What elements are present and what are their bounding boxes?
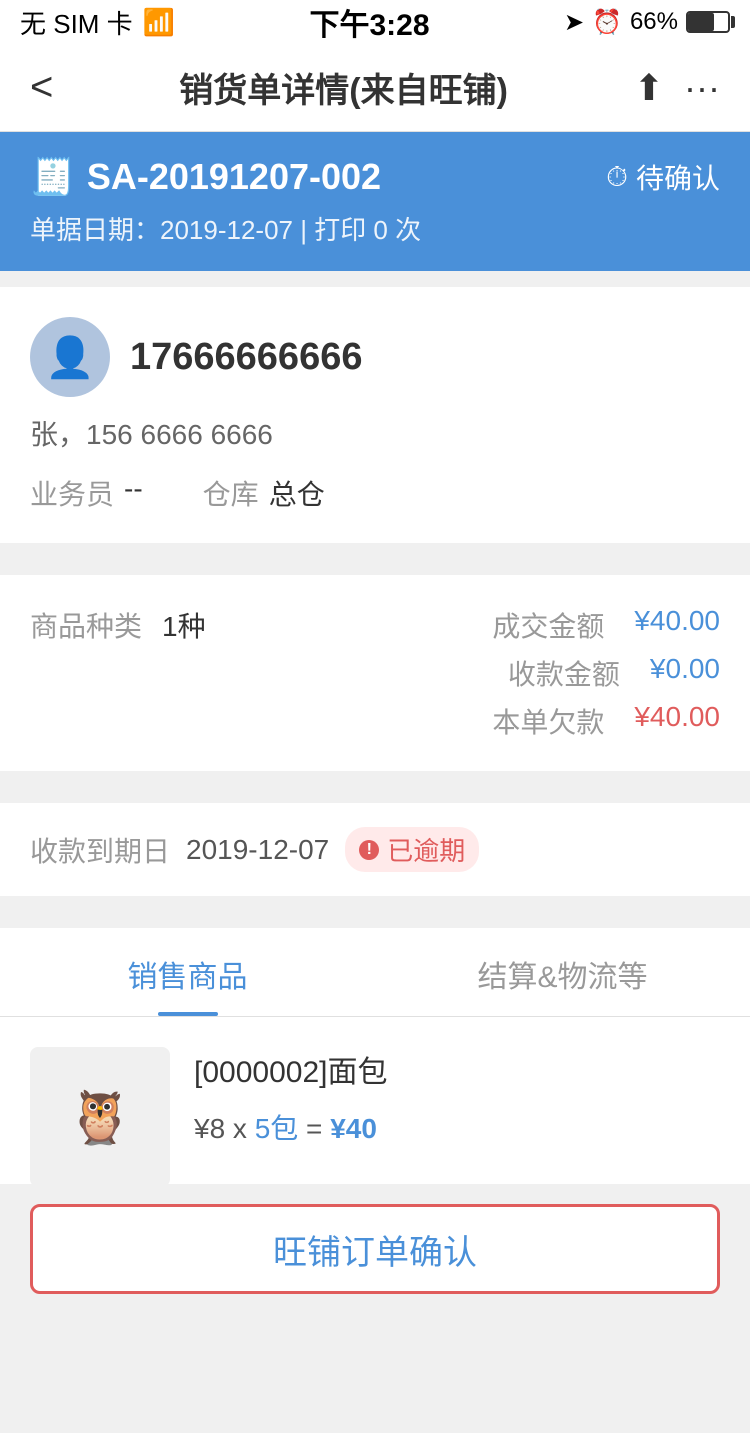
clock-icon: ⏱ xyxy=(606,161,628,194)
avatar: 👤 xyxy=(30,317,110,397)
customer-section: 👤 17666666666 张，156 6666 6666 业务员 -- 仓库 … xyxy=(0,287,750,543)
tabs-header: 销售商品 结算&物流等 xyxy=(0,928,750,1017)
more-icon[interactable]: ··· xyxy=(684,67,720,109)
warning-icon: ! xyxy=(359,840,379,860)
back-button[interactable]: < xyxy=(30,65,53,110)
nav-bar: < 销货单详情(来自旺铺) ⬆ ··· xyxy=(0,44,750,132)
customer-phone: 17666666666 xyxy=(130,336,362,379)
overdue-badge: ! 已逾期 xyxy=(345,827,479,872)
status-carrier: 无 SIM 卡 📶 xyxy=(20,4,175,41)
confirm-button[interactable]: 旺铺订单确认 xyxy=(30,1204,720,1294)
separator-3 xyxy=(0,787,750,803)
order-date: 单据日期：2019-12-07 | 打印 0 次 xyxy=(30,210,720,247)
salesperson-info: 业务员 -- xyxy=(30,473,143,513)
due-date-section: 收款到期日 2019-12-07 ! 已逾期 xyxy=(0,803,750,896)
receipt-icon: 🧾 xyxy=(30,156,75,198)
owed-amount: 本单欠款 ¥40.00 xyxy=(492,701,720,741)
product-price: ¥8 x 5包 = ¥40 xyxy=(194,1107,720,1147)
transaction-amount: 成交金额 ¥40.00 xyxy=(492,605,720,645)
warehouse-info: 仓库 总仓 xyxy=(203,473,325,513)
warehouse-label: 仓库 xyxy=(203,473,259,513)
separator-1 xyxy=(0,271,750,287)
page-title: 销货单详情(来自旺铺) xyxy=(179,63,508,112)
status-time: 下午3:28 xyxy=(309,0,429,44)
battery-icon xyxy=(686,11,730,33)
product-name: [0000002]面包 xyxy=(194,1047,720,1091)
alarm-icon: ⏰ xyxy=(592,8,622,37)
tab-products[interactable]: 销售商品 xyxy=(0,928,375,1016)
bottom-bar: 旺铺订单确认 xyxy=(0,1184,750,1334)
share-icon[interactable]: ⬆ xyxy=(634,67,664,109)
product-placeholder-icon: 🦉 xyxy=(68,1087,133,1148)
carrier-text: 无 SIM 卡 xyxy=(20,4,133,41)
status-indicators: ➤ ⏰ 66% xyxy=(564,8,730,37)
location-icon: ➤ xyxy=(564,8,584,37)
tabs-section: 销售商品 结算&物流等 🦉 [0000002]面包 ¥8 x 5包 = ¥40 xyxy=(0,928,750,1217)
warehouse-value: 总仓 xyxy=(269,473,325,513)
salesperson-value: -- xyxy=(124,473,143,513)
separator-4 xyxy=(0,912,750,928)
customer-name: 张，156 6666 6666 xyxy=(30,413,720,453)
product-image: 🦉 xyxy=(30,1047,170,1187)
product-item: 🦉 [0000002]面包 ¥8 x 5包 = ¥40 xyxy=(30,1047,720,1187)
order-header: 🧾 SA-20191207-002 ⏱ 待确认 单据日期：2019-12-07 … xyxy=(0,132,750,271)
order-id: 🧾 SA-20191207-002 xyxy=(30,156,381,198)
received-amount: 收款金额 ¥0.00 xyxy=(508,653,720,693)
type-label: 商品种类 xyxy=(30,605,142,645)
wifi-icon: 📶 xyxy=(143,7,175,38)
product-info: [0000002]面包 ¥8 x 5包 = ¥40 xyxy=(194,1047,720,1147)
status-bar: 无 SIM 卡 📶 下午3:28 ➤ ⏰ 66% xyxy=(0,0,750,44)
nav-actions: ⬆ ··· xyxy=(634,67,720,109)
amount-summary: 成交金额 ¥40.00 收款金额 ¥0.00 本单欠款 ¥40.00 xyxy=(492,605,720,741)
battery-percent: 66% xyxy=(630,8,678,36)
order-status: ⏱ 待确认 xyxy=(606,157,720,197)
overdue-text: 已逾期 xyxy=(387,831,465,868)
due-date: 2019-12-07 xyxy=(186,834,329,866)
customer-meta: 业务员 -- 仓库 总仓 xyxy=(30,473,720,513)
separator-2 xyxy=(0,559,750,575)
tab-settlement[interactable]: 结算&物流等 xyxy=(375,928,750,1016)
summary-section: 商品种类 1种 成交金额 ¥40.00 收款金额 ¥0.00 本单欠款 ¥40.… xyxy=(0,575,750,771)
type-value: 1种 xyxy=(162,605,206,645)
due-label: 收款到期日 xyxy=(30,830,170,870)
salesperson-label: 业务员 xyxy=(30,473,114,513)
